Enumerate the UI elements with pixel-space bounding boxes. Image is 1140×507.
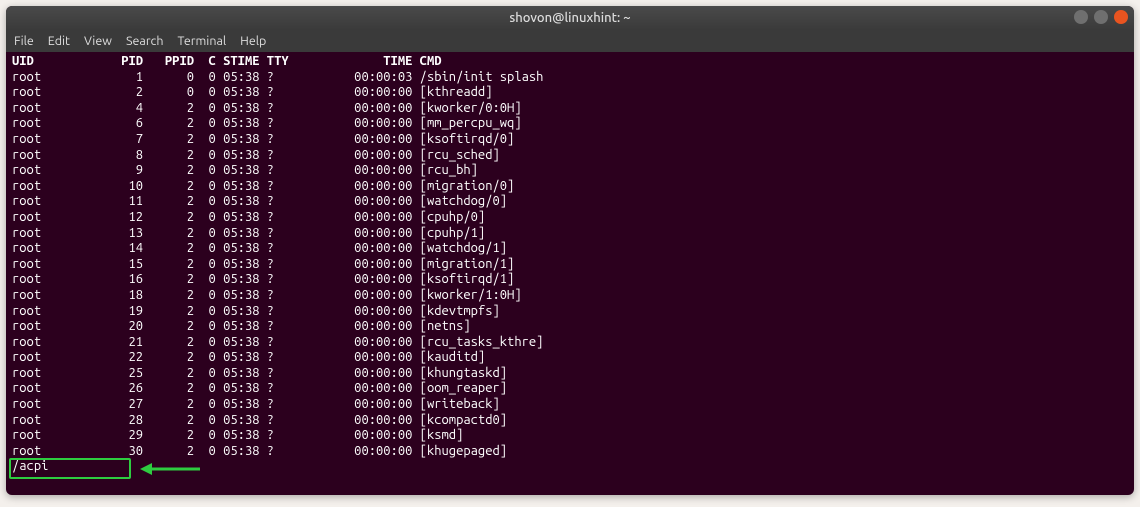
window-controls bbox=[1074, 10, 1128, 24]
process-row: root 22 2 0 05:38 ? 00:00:00 [kauditd] bbox=[12, 350, 1128, 366]
process-row: root 8 2 0 05:38 ? 00:00:00 [rcu_sched] bbox=[12, 148, 1128, 164]
maximize-button[interactable] bbox=[1094, 10, 1108, 24]
terminal-content[interactable]: UID PID PPID C STIME TTY TIME CMDroot 1 … bbox=[6, 52, 1134, 475]
process-row: root 4 2 0 05:38 ? 00:00:00 [kworker/0:0… bbox=[12, 101, 1128, 117]
process-row: root 25 2 0 05:38 ? 00:00:00 [khungtaskd… bbox=[12, 366, 1128, 382]
process-row: root 28 2 0 05:38 ? 00:00:00 [kcompactd0… bbox=[12, 413, 1128, 429]
menu-search[interactable]: Search bbox=[126, 34, 164, 48]
menu-terminal[interactable]: Terminal bbox=[178, 34, 227, 48]
process-row: root 12 2 0 05:38 ? 00:00:00 [cpuhp/0] bbox=[12, 210, 1128, 226]
process-row: root 26 2 0 05:38 ? 00:00:00 [oom_reaper… bbox=[12, 381, 1128, 397]
process-row: root 21 2 0 05:38 ? 00:00:00 [rcu_tasks_… bbox=[12, 335, 1128, 351]
close-button[interactable] bbox=[1114, 10, 1128, 24]
process-row: root 6 2 0 05:38 ? 00:00:00 [mm_percpu_w… bbox=[12, 116, 1128, 132]
menu-edit[interactable]: Edit bbox=[48, 34, 70, 48]
process-row: root 16 2 0 05:38 ? 00:00:00 [ksoftirqd/… bbox=[12, 272, 1128, 288]
process-row: root 2 0 0 05:38 ? 00:00:00 [kthreadd] bbox=[12, 85, 1128, 101]
process-header: UID PID PPID C STIME TTY TIME CMD bbox=[12, 54, 1128, 70]
search-text: /acpi bbox=[12, 459, 48, 473]
menu-help[interactable]: Help bbox=[240, 34, 266, 48]
menu-file[interactable]: File bbox=[14, 34, 34, 48]
process-row: root 29 2 0 05:38 ? 00:00:00 [ksmd] bbox=[12, 428, 1128, 444]
process-row: root 20 2 0 05:38 ? 00:00:00 [netns] bbox=[12, 319, 1128, 335]
window-title: shovon@linuxhint: ~ bbox=[509, 11, 630, 25]
process-row: root 1 0 0 05:38 ? 00:00:03 /sbin/init s… bbox=[12, 70, 1128, 86]
process-row: root 11 2 0 05:38 ? 00:00:00 [watchdog/0… bbox=[12, 194, 1128, 210]
titlebar[interactable]: shovon@linuxhint: ~ bbox=[6, 6, 1134, 30]
minimize-button[interactable] bbox=[1074, 10, 1088, 24]
menubar: File Edit View Search Terminal Help bbox=[6, 30, 1134, 52]
process-row: root 14 2 0 05:38 ? 00:00:00 [watchdog/1… bbox=[12, 241, 1128, 257]
terminal-window: shovon@linuxhint: ~ File Edit View Searc… bbox=[6, 6, 1134, 495]
process-row: root 10 2 0 05:38 ? 00:00:00 [migration/… bbox=[12, 179, 1128, 195]
arrow-icon bbox=[140, 462, 200, 476]
search-prompt[interactable]: /acpi bbox=[12, 459, 48, 475]
process-row: root 30 2 0 05:38 ? 00:00:00 [khugepaged… bbox=[12, 444, 1128, 460]
process-row: root 9 2 0 05:38 ? 00:00:00 [rcu_bh] bbox=[12, 163, 1128, 179]
process-row: root 13 2 0 05:38 ? 00:00:00 [cpuhp/1] bbox=[12, 226, 1128, 242]
process-row: root 18 2 0 05:38 ? 00:00:00 [kworker/1:… bbox=[12, 288, 1128, 304]
menu-view[interactable]: View bbox=[84, 34, 112, 48]
process-row: root 7 2 0 05:38 ? 00:00:00 [ksoftirqd/0… bbox=[12, 132, 1128, 148]
process-row: root 19 2 0 05:38 ? 00:00:00 [kdevtmpfs] bbox=[12, 304, 1128, 320]
process-row: root 27 2 0 05:38 ? 00:00:00 [writeback] bbox=[12, 397, 1128, 413]
process-row: root 15 2 0 05:38 ? 00:00:00 [migration/… bbox=[12, 257, 1128, 273]
